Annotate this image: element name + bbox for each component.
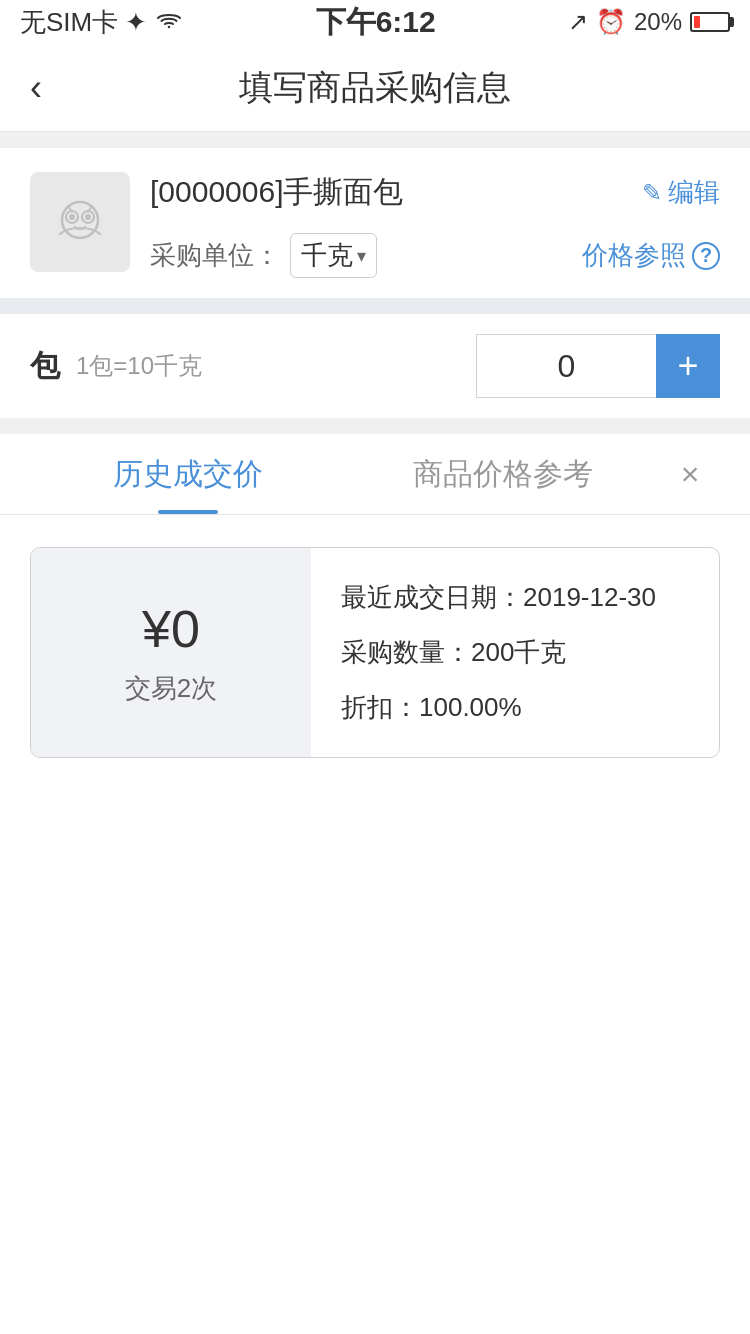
tabs-header: 历史成交价 商品价格参考 × [0,434,750,514]
quantity-label: 包 1包=10千克 [30,346,202,387]
alarm-icon: ⏰ [596,8,626,36]
quantity-input[interactable] [476,334,656,398]
product-thumbnail [30,172,130,272]
page-title: 填写商品采购信息 [239,65,511,111]
status-right: ↗ ⏰ 20% [568,8,730,36]
product-name: [0000006]手撕面包 [150,172,403,213]
history-price-value: ¥0 [142,599,200,659]
quantity-control: + [476,334,720,398]
bottom-space [0,782,750,1334]
quantity-unit-name: 包 [30,346,60,387]
product-info: [0000006]手撕面包 ✎ 编辑 采购单位： 千克 ▾ 价格参照 ? [150,172,720,278]
svg-point-3 [69,214,75,220]
price-reference-button[interactable]: 价格参照 ? [582,238,720,273]
nav-bar: ‹ 填写商品采购信息 [0,44,750,132]
history-price-panel: ¥0 交易2次 [31,548,311,757]
history-quantity-row: 采购数量：200千克 [341,633,689,672]
unit-value: 千克 [301,238,353,273]
svg-point-4 [85,214,91,220]
history-transaction-count: 交易2次 [125,671,217,706]
content-section: ¥0 交易2次 最近成交日期：2019-12-30 采购数量：200千克 折扣：… [0,515,750,782]
location-icon: ↗ [568,8,588,36]
wifi-icon [155,7,183,38]
history-date-row: 最近成交日期：2019-12-30 [341,578,689,617]
unit-selector[interactable]: 千克 ▾ [290,233,377,278]
help-icon: ? [692,242,720,270]
quantity-section: 包 1包=10千克 + [0,314,750,418]
tab-history-price[interactable]: 历史成交价 [30,434,345,514]
history-card: ¥0 交易2次 最近成交日期：2019-12-30 采购数量：200千克 折扣：… [30,547,720,758]
section-divider [0,298,750,314]
quantity-plus-button[interactable]: + [656,334,720,398]
edit-icon: ✎ [642,179,662,207]
product-section: [0000006]手撕面包 ✎ 编辑 采购单位： 千克 ▾ 价格参照 ? [0,148,750,298]
history-discount-row: 折扣：100.00% [341,688,689,727]
tab-active-indicator [158,510,218,514]
tab-close-button[interactable]: × [660,434,720,514]
back-button[interactable]: ‹ [30,67,90,109]
battery-percent: 20% [634,8,682,36]
history-detail-panel: 最近成交日期：2019-12-30 采购数量：200千克 折扣：100.00% [311,548,719,757]
carrier-text: 无SIM卡 ✦ [20,5,147,40]
chevron-down-icon: ▾ [357,245,366,267]
status-left: 无SIM卡 ✦ [20,5,183,40]
status-bar: 无SIM卡 ✦ 下午6:12 ↗ ⏰ 20% [0,0,750,44]
battery-icon [690,12,730,32]
edit-button[interactable]: ✎ 编辑 [642,175,720,210]
status-time: 下午6:12 [316,2,436,43]
quantity-conversion: 1包=10千克 [76,350,202,382]
unit-label: 采购单位： 千克 ▾ [150,233,377,278]
tab-price-reference[interactable]: 商品价格参考 [345,434,660,514]
tabs-section: 历史成交价 商品价格参考 × [0,434,750,515]
